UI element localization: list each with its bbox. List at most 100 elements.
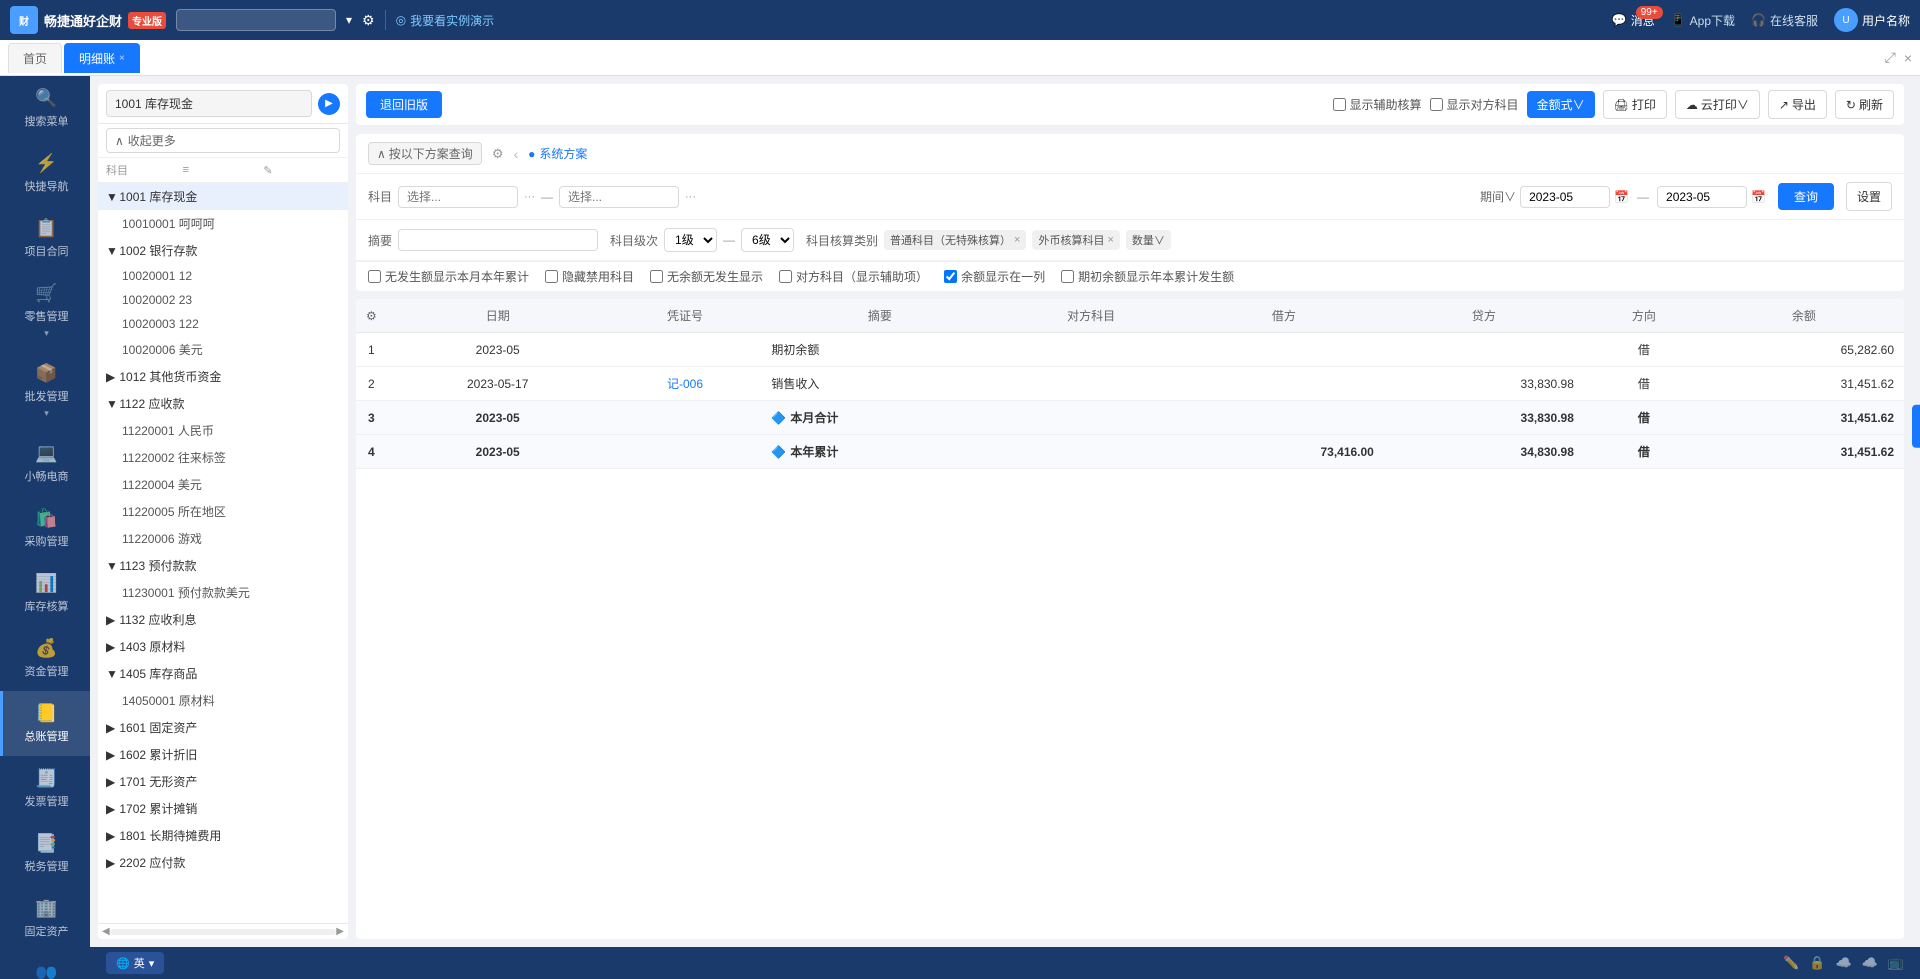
lang-btn[interactable]: 🌐 英 ▾ bbox=[106, 952, 164, 974]
sidebar-item-wholesale[interactable]: 📦 批发管理 ▾ bbox=[0, 351, 90, 431]
tree-item-10010001[interactable]: 10010001 呵呵呵 bbox=[98, 210, 348, 237]
sidebar-item-fixed[interactable]: 🏢 固定资产 bbox=[0, 886, 90, 951]
subject-more-icon2[interactable]: ··· bbox=[685, 191, 696, 203]
subject-input[interactable] bbox=[398, 186, 518, 208]
cloud-print-btn[interactable]: ☁ 云打印∨ bbox=[1675, 90, 1760, 119]
sidebar-item-hr[interactable]: 👥 工资 bbox=[0, 951, 90, 979]
voucher-link[interactable]: 记-006 bbox=[667, 377, 703, 391]
period-label[interactable]: 期间∨ bbox=[1480, 188, 1516, 205]
tab-detail-close[interactable]: × bbox=[119, 53, 125, 64]
return-old-btn[interactable]: 退回旧版 bbox=[366, 91, 442, 118]
tree-item-10020003[interactable]: 10020003 122 bbox=[98, 312, 348, 336]
show-contra-checkbox[interactable]: 显示对方科目 bbox=[1430, 96, 1519, 113]
scroll-right-btn[interactable]: ▶ bbox=[336, 926, 344, 937]
tree-item-10020001[interactable]: 10020001 12 bbox=[98, 264, 348, 288]
checkbox-no-occur[interactable]: 无发生额显示本月本年累计 bbox=[368, 268, 529, 285]
subject-more-icon[interactable]: ··· bbox=[524, 191, 535, 203]
message-area[interactable]: 💬 消息 99+ bbox=[1612, 12, 1655, 29]
period-from-input[interactable] bbox=[1520, 186, 1610, 208]
tree-item-10020006[interactable]: 10020006 美元 bbox=[98, 336, 348, 363]
cloud-icon2[interactable]: ☁️ bbox=[1862, 955, 1878, 971]
level-from-select[interactable]: 1级2级3级 bbox=[664, 228, 717, 252]
contra-input[interactable] bbox=[779, 270, 792, 283]
tree-item-11220002[interactable]: 11220002 往来标签 bbox=[98, 444, 348, 471]
sidebar-item-capital[interactable]: 💰 资金管理 bbox=[0, 626, 90, 691]
sidebar-item-tax[interactable]: 📑 税务管理 bbox=[0, 821, 90, 886]
tree-item-11220005[interactable]: 11220005 所在地区 bbox=[98, 498, 348, 525]
tree-item-2202[interactable]: ▶ 2202 应付款 bbox=[98, 849, 348, 876]
app-download-area[interactable]: 📱 App下载 bbox=[1671, 12, 1735, 29]
sidebar-item-general[interactable]: 📒 总账管理 bbox=[0, 691, 90, 756]
checkbox-balance-col[interactable]: 余额显示在一列 bbox=[944, 268, 1045, 285]
col-gear[interactable]: ⚙ bbox=[356, 299, 387, 333]
online-service-area[interactable]: 🎧 在线客服 bbox=[1751, 12, 1818, 29]
hide-forbidden-input[interactable] bbox=[545, 270, 558, 283]
period-calendar-icon2[interactable]: 📅 bbox=[1751, 190, 1766, 204]
tab-home[interactable]: 首页 bbox=[8, 43, 62, 73]
query-btn[interactable]: 查询 bbox=[1778, 183, 1834, 210]
tree-item-1001[interactable]: ▼ 1001 库存现金 bbox=[98, 183, 348, 210]
tab-detail[interactable]: 明细账 × bbox=[64, 43, 140, 73]
sidebar-item-invoice[interactable]: 🧾 发票管理 bbox=[0, 756, 90, 821]
sidebar-item-search[interactable]: 🔍 搜索菜单 bbox=[0, 76, 90, 141]
checkbox-hide-forbidden[interactable]: 隐藏禁用科目 bbox=[545, 268, 634, 285]
scheme-btn[interactable]: ● 系统方案 bbox=[528, 145, 587, 162]
query-arrow-left-icon[interactable]: ‹ bbox=[513, 146, 518, 162]
sidebar-item-retail[interactable]: 🛒 零售管理 ▾ bbox=[0, 271, 90, 351]
print-btn[interactable]: 🖨 打印 bbox=[1603, 90, 1667, 119]
lock-icon[interactable]: 🔒 bbox=[1809, 955, 1825, 971]
sidebar-item-inventory[interactable]: 📊 库存核算 bbox=[0, 561, 90, 626]
period-to-input[interactable] bbox=[1657, 186, 1747, 208]
collapse-query-btn[interactable]: ∧ 按以下方案查询 bbox=[368, 142, 482, 165]
more-btn[interactable]: ∧ 收起更多 bbox=[106, 128, 340, 153]
settings-icon[interactable]: ⚙ bbox=[362, 12, 375, 29]
tag-foreign-remove[interactable]: × bbox=[1107, 234, 1113, 246]
format-btn[interactable]: 金额式∨ bbox=[1527, 91, 1595, 118]
tree-item-11220001[interactable]: 11220001 人民币 bbox=[98, 417, 348, 444]
sidebar-item-purchase[interactable]: 🛍️ 采购管理 bbox=[0, 496, 90, 561]
sidebar-item-ecommerce[interactable]: 💻 小畅电商 bbox=[0, 431, 90, 496]
tree-item-1132[interactable]: ▶ 1132 应收利息 bbox=[98, 606, 348, 633]
sidebar-item-quick[interactable]: ⚡ 快捷导航 bbox=[0, 141, 90, 206]
tree-item-11220004[interactable]: 11220004 美元 bbox=[98, 471, 348, 498]
top-search-input[interactable] bbox=[176, 9, 336, 31]
tree-item-1602[interactable]: ▶ 1602 累计折旧 bbox=[98, 741, 348, 768]
show-aux-checkbox[interactable]: 显示辅助核算 bbox=[1333, 96, 1422, 113]
period-calendar-icon1[interactable]: 📅 bbox=[1614, 190, 1629, 204]
tree-item-10020002[interactable]: 10020002 23 bbox=[98, 288, 348, 312]
sidebar-item-project[interactable]: 📋 项目合同 bbox=[0, 206, 90, 271]
subject-input2[interactable] bbox=[559, 186, 679, 208]
balance-col-input[interactable] bbox=[944, 270, 957, 283]
period-cum-input[interactable] bbox=[1061, 270, 1074, 283]
tree-item-1702[interactable]: ▶ 1702 累计摊销 bbox=[98, 795, 348, 822]
no-balance-input[interactable] bbox=[650, 270, 663, 283]
scroll-left-btn[interactable]: ◀ bbox=[102, 926, 110, 937]
tree-item-1405[interactable]: ▼ 1405 库存商品 bbox=[98, 660, 348, 687]
user-area[interactable]: U 用户名称 bbox=[1834, 8, 1910, 32]
settings-btn[interactable]: 设置 bbox=[1846, 182, 1892, 211]
tree-item-1123[interactable]: ▼ 1123 预付款款 bbox=[98, 552, 348, 579]
horizontal-scrollbar[interactable] bbox=[110, 929, 337, 935]
side-tab[interactable]: Eat bbox=[1912, 405, 1920, 448]
tree-item-1122[interactable]: ▼ 1122 应收款 bbox=[98, 390, 348, 417]
refresh-btn[interactable]: ↻ 刷新 bbox=[1835, 90, 1894, 119]
gear-col-icon[interactable]: ⚙ bbox=[366, 309, 377, 323]
export-btn[interactable]: ↗ 导出 bbox=[1768, 90, 1827, 119]
tree-item-1801[interactable]: ▶ 1801 长期待摊费用 bbox=[98, 822, 348, 849]
table-wrapper[interactable]: ⚙ 日期 凭证号 摘要 对方科目 借方 贷方 方向 余额 bbox=[356, 299, 1904, 939]
tree-item-1701[interactable]: ▶ 1701 无形资产 bbox=[98, 768, 348, 795]
show-contra-input[interactable] bbox=[1430, 98, 1443, 111]
tree-item-14050001[interactable]: 14050001 原材料 bbox=[98, 687, 348, 714]
level-to-select[interactable]: 6级4级5级 bbox=[741, 228, 794, 252]
checkbox-period-cum[interactable]: 期初余额显示年本累计发生额 bbox=[1061, 268, 1234, 285]
monitor-icon[interactable]: 📺 bbox=[1888, 955, 1904, 971]
no-occur-input[interactable] bbox=[368, 270, 381, 283]
checkbox-contra[interactable]: 对方科目（显示辅助项） bbox=[779, 268, 928, 285]
tree-item-1601[interactable]: ▶ 1601 固定资产 bbox=[98, 714, 348, 741]
cloud-icon1[interactable]: ☁️ bbox=[1835, 955, 1851, 971]
tree-item-11230001[interactable]: 11230001 预付款款美元 bbox=[98, 579, 348, 606]
demo-link[interactable]: ◎ 我要看实例演示 bbox=[396, 12, 495, 29]
checkbox-no-balance[interactable]: 无余额无发生显示 bbox=[650, 268, 763, 285]
query-settings-icon[interactable]: ⚙ bbox=[492, 146, 504, 162]
tree-item-1002[interactable]: ▼ 1002 银行存款 bbox=[98, 237, 348, 264]
